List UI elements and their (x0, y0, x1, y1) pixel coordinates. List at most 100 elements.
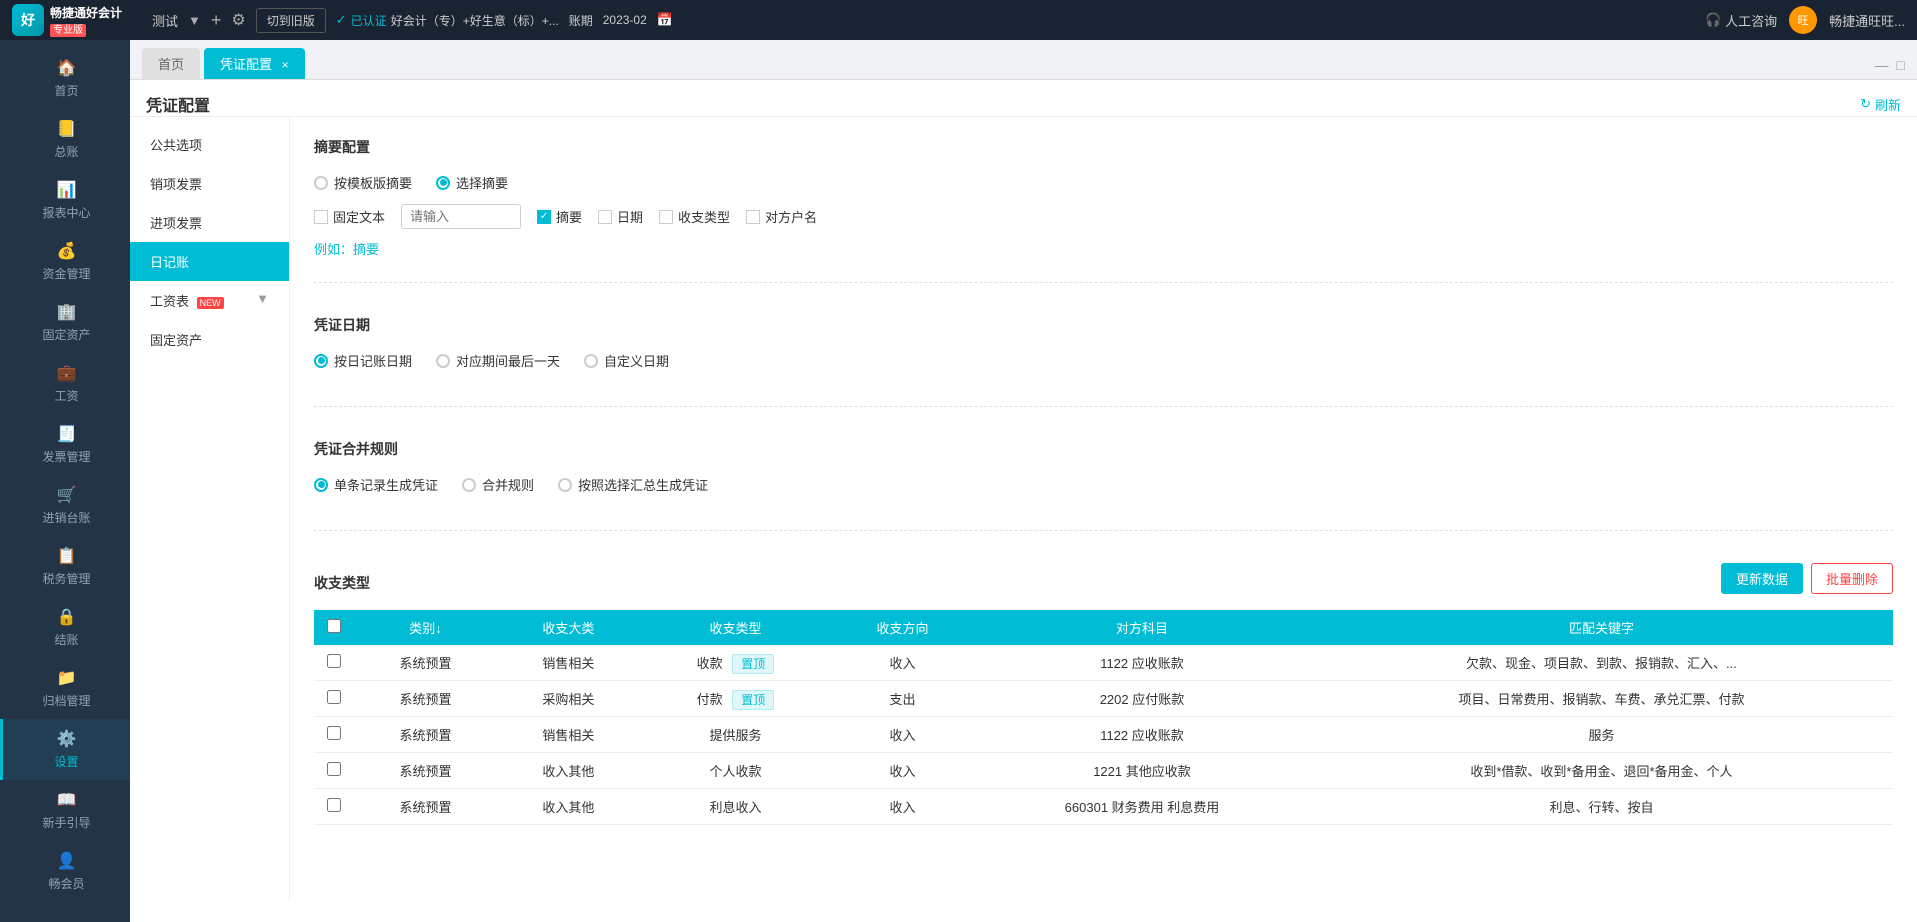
radio-select-label: 选择摘要 (456, 173, 508, 192)
purchases-icon: 🛒 (57, 485, 77, 505)
row1-checkbox-cell (314, 645, 354, 681)
refresh-button[interactable]: ↻ 刷新 (1860, 95, 1901, 114)
salary-icon: 💼 (57, 363, 77, 383)
two-col-layout: 公共选项 销项发票 进项发票 日记账 工资表 NEW ▼ (130, 117, 1917, 901)
left-nav-public[interactable]: 公共选项 (130, 125, 289, 164)
row4-major: 收入其他 (497, 753, 640, 789)
checkbox-fixed-text-label: 固定文本 (333, 207, 385, 226)
table-row: 系统预置 采购相关 付款 置顶 支出 2202 应付账款 项目、日常费用、报销款… (314, 681, 1893, 717)
checkbox-counterpart[interactable]: 对方户名 (746, 207, 817, 226)
radio-single[interactable]: 单条记录生成凭证 (314, 475, 438, 494)
consult-button[interactable]: 🎧 人工咨询 (1705, 11, 1777, 30)
batch-delete-button[interactable]: 批量删除 (1811, 563, 1893, 594)
left-nav-fixed-assets-label: 固定资产 (150, 333, 202, 348)
sidebar-item-archive[interactable]: 📁 归档管理 (0, 658, 130, 719)
row4-checkbox[interactable] (327, 762, 341, 776)
sidebar-item-salary[interactable]: 💼 工资 (0, 353, 130, 414)
row2-type: 付款 置顶 (640, 681, 831, 717)
checkbox-fixed-text[interactable]: 固定文本 (314, 207, 385, 226)
member-icon: 👤 (57, 851, 77, 871)
sidebar-label-settings: 设置 (54, 753, 78, 770)
row1-type: 收款 置顶 (640, 645, 831, 681)
tab-home[interactable]: 首页 (142, 48, 200, 79)
left-nav-purchase-invoice[interactable]: 进项发票 (130, 203, 289, 242)
row2-reset-tag[interactable]: 置顶 (732, 690, 774, 710)
invoice-icon: 🧾 (57, 424, 77, 444)
maximize-button[interactable]: □ (1897, 56, 1905, 72)
sidebar-item-invoice[interactable]: 🧾 发票管理 (0, 414, 130, 475)
summary-config-section: 摘要配置 按模板版摘要 选择摘要 (314, 137, 1893, 283)
row1-direction: 收入 (831, 645, 974, 681)
left-nav-sales-invoice[interactable]: 销项发票 (130, 164, 289, 203)
radio-select[interactable]: 选择摘要 (436, 173, 508, 192)
refresh-label: 刷新 (1875, 95, 1901, 114)
tab-close-icon[interactable]: × (282, 58, 289, 72)
select-all-checkbox[interactable] (327, 619, 341, 633)
table-header-major: 收支大类 (497, 610, 640, 645)
dropdown-arrow-icon[interactable]: ▼ (188, 13, 201, 28)
row2-checkbox-cell (314, 681, 354, 717)
checkbox-type[interactable]: 收支类型 (659, 207, 730, 226)
radio-by-selection-circle (558, 478, 572, 492)
radio-merge[interactable]: 合并规则 (462, 475, 534, 494)
sidebar-item-finance[interactable]: 💰 资金管理 (0, 231, 130, 292)
radio-template[interactable]: 按模板版摘要 (314, 173, 412, 192)
radio-select-circle (436, 176, 450, 190)
sidebar-item-ledger[interactable]: 📒 总账 (0, 109, 130, 170)
left-nav-journal[interactable]: 日记账 (130, 242, 289, 281)
income-expense-title: 收支类型 (314, 573, 370, 593)
switch-version-button[interactable]: 切到旧版 (256, 8, 326, 33)
calendar-icon[interactable]: 📅 (657, 12, 673, 28)
row1-checkbox[interactable] (327, 654, 341, 668)
sidebar-item-home[interactable]: 🏠 首页 (0, 48, 130, 109)
avatar: 旺 (1789, 6, 1817, 34)
summary-radio-group: 按模板版摘要 选择摘要 (314, 173, 1893, 192)
merge-rules-title: 凭证合并规则 (314, 439, 1893, 459)
radio-template-label: 按模板版摘要 (334, 173, 412, 192)
table-header-type: 收支类型 (640, 610, 831, 645)
row2-checkbox[interactable] (327, 690, 341, 704)
checkbox-date-box (598, 210, 612, 224)
logo-sub: 专业版 (50, 24, 86, 37)
row2-category: 系统预置 (354, 681, 497, 717)
radio-period-last[interactable]: 对应期间最后一天 (436, 351, 560, 370)
sidebar-item-assets[interactable]: 🏢 固定资产 (0, 292, 130, 353)
sidebar-item-close[interactable]: 🔒 结账 (0, 597, 130, 658)
left-nav-salary-table[interactable]: 工资表 NEW ▼ (130, 281, 289, 320)
checkbox-summary[interactable]: ✓ 摘要 (537, 207, 582, 226)
left-nav-public-label: 公共选项 (150, 138, 202, 153)
sidebar-item-guide[interactable]: 📖 新手引导 (0, 780, 130, 841)
row5-checkbox[interactable] (327, 798, 341, 812)
checkbox-date[interactable]: 日期 (598, 207, 643, 226)
finance-icon: 💰 (57, 241, 77, 261)
update-data-button[interactable]: 更新数据 (1721, 563, 1803, 594)
radio-journal-date[interactable]: 按日记账日期 (314, 351, 412, 370)
radio-custom-date[interactable]: 自定义日期 (584, 351, 669, 370)
sidebar-item-member[interactable]: 👤 畅会员 (0, 841, 130, 902)
sidebar-item-settings[interactable]: ⚙️ 设置 (0, 719, 130, 780)
row3-checkbox[interactable] (327, 726, 341, 740)
page-title: 凭证配置 (146, 92, 210, 116)
radio-period-last-label: 对应期间最后一天 (456, 351, 560, 370)
checkbox-counterpart-box (746, 210, 760, 224)
sidebar-item-report[interactable]: 📊 报表中心 (0, 170, 130, 231)
fixed-text-input[interactable] (401, 204, 521, 229)
table-header-direction: 收支方向 (831, 610, 974, 645)
sidebar-item-tax[interactable]: 📋 税务管理 (0, 536, 130, 597)
table-header-category[interactable]: 类别↓ (354, 610, 497, 645)
row4-category: 系统预置 (354, 753, 497, 789)
left-nav-fixed-assets[interactable]: 固定资产 (130, 320, 289, 359)
period-value: 2023-02 (603, 13, 647, 27)
checkbox-counterpart-label: 对方户名 (765, 207, 817, 226)
row1-reset-tag[interactable]: 置顶 (732, 654, 774, 674)
archive-icon: 📁 (57, 668, 77, 688)
tab-voucher-config[interactable]: 凭证配置 × (204, 48, 305, 79)
radio-by-selection[interactable]: 按照选择汇总生成凭证 (558, 475, 708, 494)
guide-icon: 📖 (57, 790, 77, 810)
logo: 好 畅捷通好会计 专业版 (12, 4, 142, 36)
sidebar-item-purchases[interactable]: 🛒 进销台账 (0, 475, 130, 536)
table-toolbar: 更新数据 批量删除 (1721, 563, 1893, 594)
minimize-button[interactable]: — (1875, 56, 1889, 72)
settings-icon[interactable]: ⚙ (231, 10, 245, 30)
add-icon[interactable]: + (211, 10, 222, 31)
